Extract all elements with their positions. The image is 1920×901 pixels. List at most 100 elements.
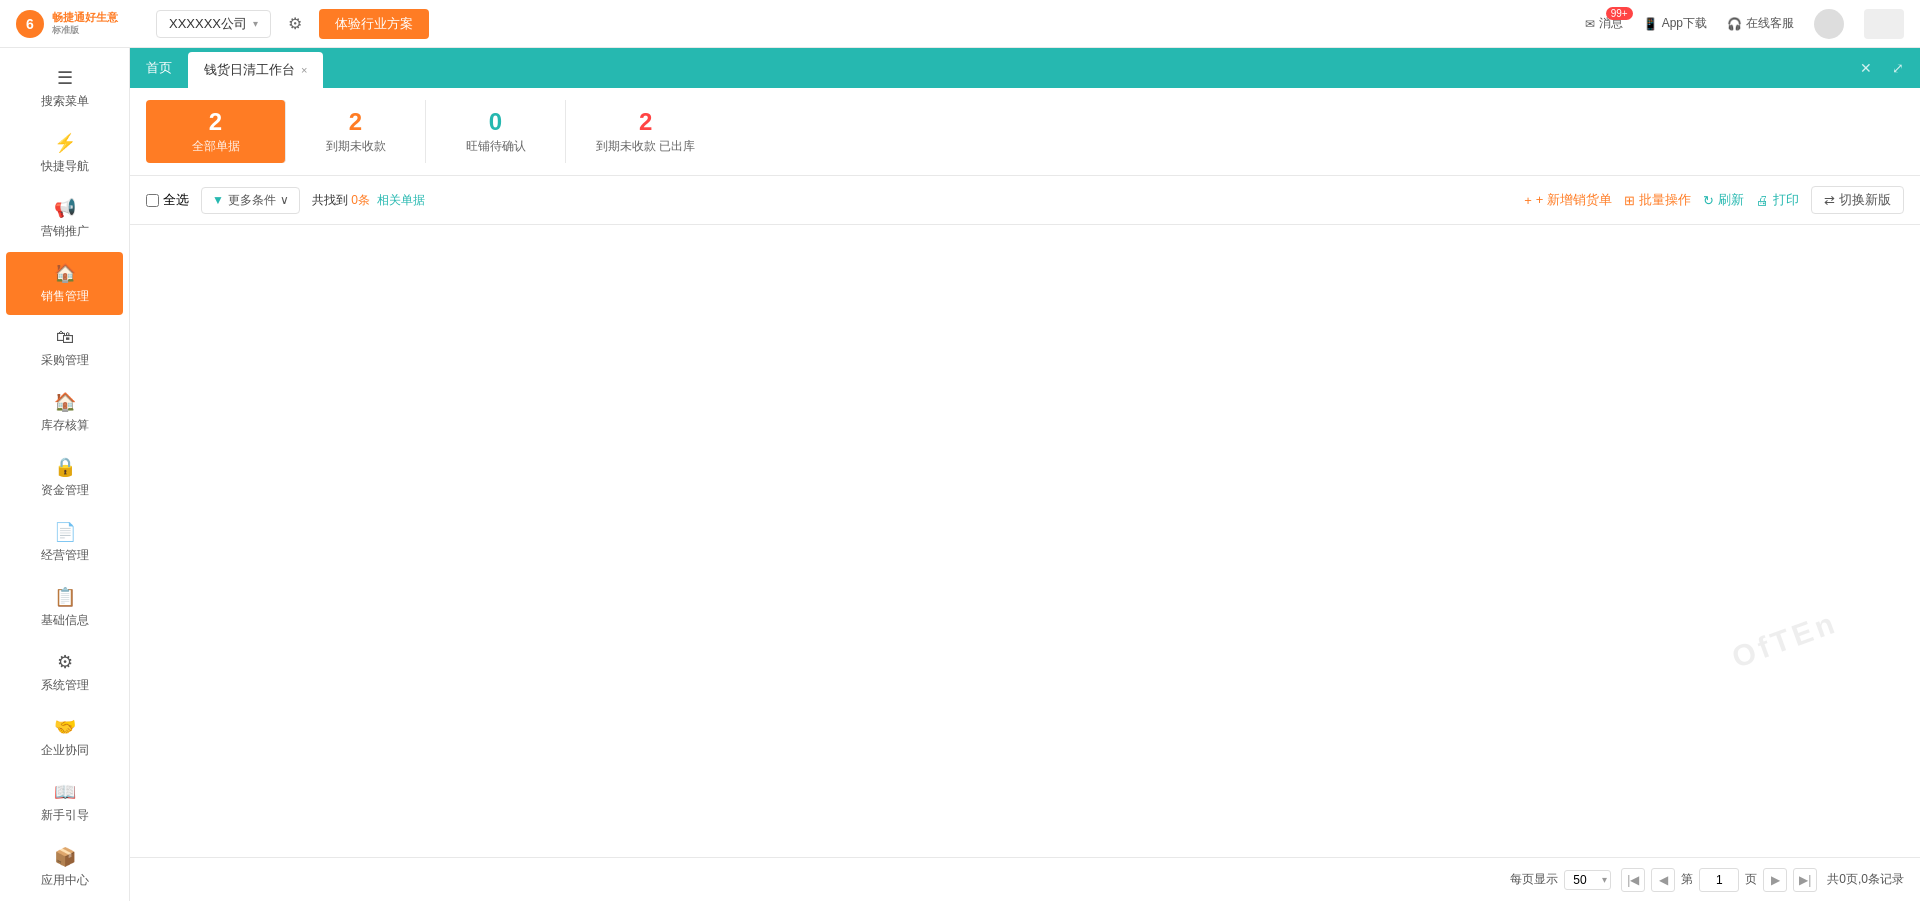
batch-operation-button[interactable]: ⊞ 批量操作: [1624, 191, 1691, 209]
capital-icon: 🔒: [54, 456, 76, 478]
filter-label: 更多条件: [228, 192, 276, 209]
settings-button[interactable]: ⚙: [279, 8, 311, 40]
sidebar-item-enterprise[interactable]: 🤝 企业协同: [6, 706, 123, 769]
content-area: 首页 钱货日清工作台 × ✕ ⤢ 2 全部单据 2 到期未收款: [130, 48, 1920, 901]
guide-icon: 📖: [54, 781, 76, 803]
sidebar-item-marketing[interactable]: 📢 营销推广: [6, 187, 123, 250]
sidebar: ☰ 搜索菜单 ⚡ 快捷导航 📢 营销推广 🏠 销售管理 🛍 采购管理 🏠 库存核…: [0, 48, 130, 901]
page-label: 第: [1681, 871, 1693, 888]
sidebar-item-app-center[interactable]: 📦 应用中心: [6, 836, 123, 899]
enterprise-icon: 🤝: [54, 716, 76, 738]
stat-card-overdue-out[interactable]: 2 到期未收款 已出库: [566, 100, 725, 163]
tab-bar-actions: ✕ ⤢: [1844, 48, 1920, 88]
avatar[interactable]: [1814, 9, 1844, 39]
sidebar-item-capital[interactable]: 🔒 资金管理: [6, 446, 123, 509]
avatar-extra[interactable]: [1864, 9, 1904, 39]
app-download-button[interactable]: 📱 App下载: [1643, 15, 1707, 32]
message-button[interactable]: ✉ 消息 99+: [1585, 15, 1623, 32]
try-industry-button[interactable]: 体验行业方案: [319, 9, 429, 39]
tab-close-action[interactable]: ✕: [1854, 56, 1878, 80]
add-icon: +: [1524, 193, 1532, 208]
page-end-label: 页: [1745, 871, 1757, 888]
company-name: XXXXXX公司: [169, 15, 247, 33]
refresh-button[interactable]: ↻ 刷新: [1703, 191, 1744, 209]
stat-label-overdue-unpaid: 到期未收款: [326, 138, 386, 155]
sidebar-item-guide[interactable]: 📖 新手引导: [6, 771, 123, 834]
sidebar-item-label: 采购管理: [41, 352, 89, 369]
watermark: OfTEn: [1728, 605, 1843, 675]
tab-home[interactable]: 首页: [130, 48, 188, 88]
sidebar-item-label: 新手引导: [41, 807, 89, 824]
per-page-select-input[interactable]: 50 20 100: [1564, 870, 1611, 890]
chevron-down-icon: ▾: [253, 18, 258, 29]
select-all-area[interactable]: 全选: [146, 191, 189, 209]
sidebar-item-quick-nav[interactable]: ⚡ 快捷导航: [6, 122, 123, 185]
sidebar-item-operation[interactable]: 📄 经营管理: [6, 511, 123, 574]
base-info-icon: 📋: [54, 586, 76, 608]
total-records: 共0页,0条记录: [1827, 871, 1904, 888]
main-layout: ☰ 搜索菜单 ⚡ 快捷导航 📢 营销推广 🏠 销售管理 🛍 采购管理 🏠 库存核…: [0, 48, 1920, 901]
sidebar-item-sales[interactable]: 🏠 销售管理: [6, 252, 123, 315]
found-text: 共找到 0条 相关单据: [312, 192, 425, 209]
sidebar-item-label: 搜索菜单: [41, 93, 89, 110]
stat-number-pending: 0: [489, 108, 502, 136]
per-page-wrapper[interactable]: 50 20 100: [1564, 870, 1611, 890]
found-count: 0条: [351, 193, 370, 207]
system-icon: ⚙: [57, 651, 73, 673]
active-tab-label: 钱货日清工作台: [204, 61, 295, 79]
print-button[interactable]: 🖨 打印: [1756, 191, 1799, 209]
home-tab-label: 首页: [146, 59, 172, 77]
sidebar-item-base-info[interactable]: 📋 基础信息: [6, 576, 123, 639]
stat-label-all: 全部单据: [192, 138, 240, 155]
message-badge: 99+: [1606, 7, 1633, 20]
select-all-checkbox[interactable]: [146, 194, 159, 207]
chevron-icon: ∨: [280, 193, 289, 207]
online-service-button[interactable]: 🎧 在线客服: [1727, 15, 1794, 32]
select-all-label: 全选: [163, 191, 189, 209]
logo-icon: 6: [16, 10, 44, 38]
sidebar-item-system[interactable]: ⚙ 系统管理: [6, 641, 123, 704]
headset-icon: 🎧: [1727, 17, 1742, 31]
sidebar-item-search-menu[interactable]: ☰ 搜索菜单: [6, 57, 123, 120]
sidebar-item-label: 基础信息: [41, 612, 89, 629]
logo-sub: 标准版: [52, 24, 118, 37]
filter-button[interactable]: ▼ 更多条件 ∨: [201, 187, 300, 214]
next-page-button[interactable]: ▶: [1763, 868, 1787, 892]
stat-card-overdue-unpaid[interactable]: 2 到期未收款: [286, 100, 426, 163]
sidebar-item-label: 销售管理: [41, 288, 89, 305]
page-content: 2 全部单据 2 到期未收款 0 旺铺待确认 2 到期未收款 已出库: [130, 88, 1920, 901]
sidebar-item-purchase[interactable]: 🛍 采购管理: [6, 317, 123, 379]
tab-active[interactable]: 钱货日清工作台 ×: [188, 52, 323, 88]
sidebar-item-label: 资金管理: [41, 482, 89, 499]
sidebar-item-label: 库存核算: [41, 417, 89, 434]
stat-label-overdue-out: 到期未收款 已出库: [596, 138, 695, 155]
stat-card-all[interactable]: 2 全部单据: [146, 100, 286, 163]
last-page-button[interactable]: ▶|: [1793, 868, 1817, 892]
sales-icon: 🏠: [54, 262, 76, 284]
tab-bar: 首页 钱货日清工作台 × ✕ ⤢: [130, 48, 1920, 88]
search-menu-icon: ☰: [57, 67, 73, 89]
phone-icon: 📱: [1643, 17, 1658, 31]
tab-close-icon[interactable]: ×: [301, 64, 307, 76]
operation-icon: 📄: [54, 521, 76, 543]
print-icon: 🖨: [1756, 193, 1769, 208]
switch-version-button[interactable]: ⇄ 切换新版: [1811, 186, 1904, 214]
company-selector[interactable]: XXXXXX公司 ▾: [156, 10, 271, 38]
page-input[interactable]: [1699, 868, 1739, 892]
per-page-label: 每页显示: [1510, 871, 1558, 888]
first-page-button[interactable]: |◀: [1621, 868, 1645, 892]
stats-row: 2 全部单据 2 到期未收款 0 旺铺待确认 2 到期未收款 已出库: [130, 88, 1920, 176]
tab-expand-action[interactable]: ⤢: [1886, 56, 1910, 80]
stat-card-pending[interactable]: 0 旺铺待确认: [426, 100, 566, 163]
filter-icon: ▼: [212, 193, 224, 207]
quick-nav-icon: ⚡: [54, 132, 76, 154]
add-sales-order-button[interactable]: + + 新增销货单: [1524, 191, 1612, 209]
app-center-icon: 📦: [54, 846, 76, 868]
refresh-icon: ↻: [1703, 193, 1714, 208]
inventory-icon: 🏠: [54, 391, 76, 413]
sidebar-item-label: 经营管理: [41, 547, 89, 564]
sidebar-item-inventory[interactable]: 🏠 库存核算: [6, 381, 123, 444]
stat-label-pending: 旺铺待确认: [466, 138, 526, 155]
prev-page-button[interactable]: ◀: [1651, 868, 1675, 892]
logo-area: 6 畅捷通好生意 标准版: [16, 10, 146, 38]
